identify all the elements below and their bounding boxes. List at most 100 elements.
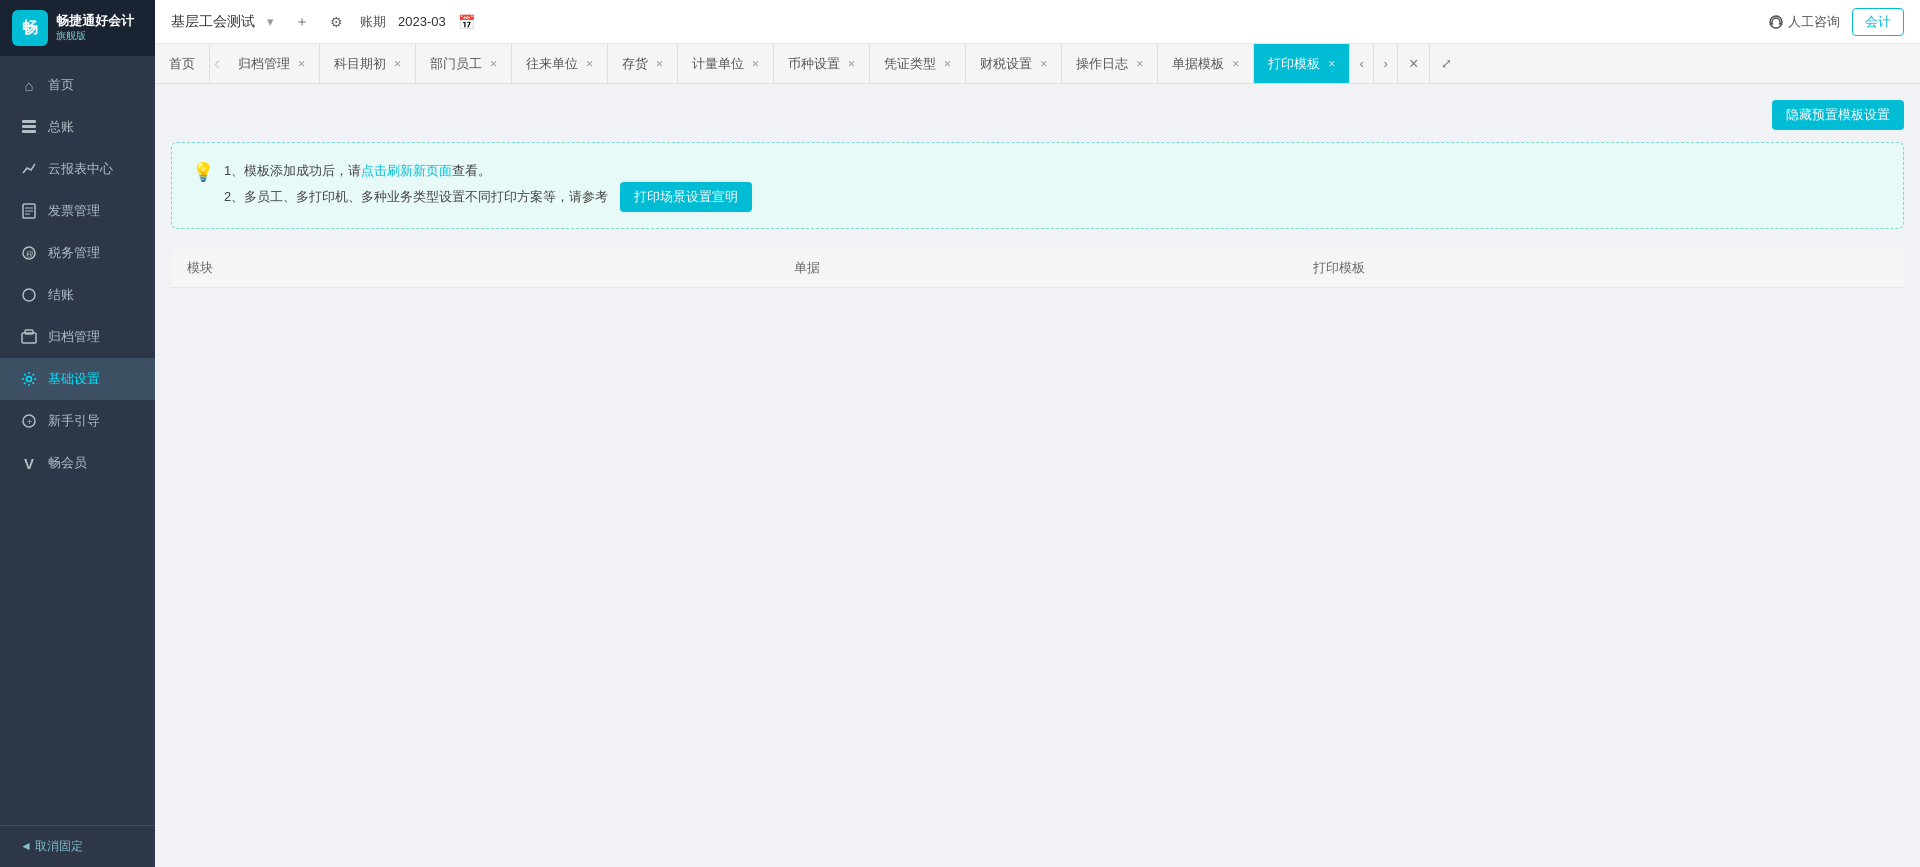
home-icon: ⌂ — [20, 76, 38, 94]
notice-box: 💡 1、模板添加成功后，请点击刷新新页面查看。 2、多员工、多打印机、多种业务类… — [171, 142, 1904, 229]
support-button[interactable]: 人工咨询 — [1768, 13, 1840, 31]
tab-close-inventory[interactable]: × — [656, 57, 663, 71]
svg-rect-2 — [22, 130, 36, 133]
tab-unit[interactable]: 计量单位 × — [678, 44, 774, 83]
calendar-icon[interactable]: 📅 — [458, 14, 475, 30]
sidebar-item-ledger[interactable]: 总账 — [0, 106, 155, 148]
content-area: 隐藏预置模板设置 💡 1、模板添加成功后，请点击刷新新页面查看。 2、多员工、多… — [155, 84, 1920, 867]
tab-expand[interactable]: ⤢ — [1430, 44, 1462, 83]
add-tab-icon[interactable]: ＋ — [290, 10, 314, 34]
sidebar-item-tax-label: 税务管理 — [48, 244, 100, 262]
sidebar-item-reports-label: 云报表中心 — [48, 160, 113, 178]
tab-archive[interactable]: 归档管理 × — [224, 44, 320, 83]
tab-partner[interactable]: 往来单位 × — [512, 44, 608, 83]
print-scene-button[interactable]: 打印场景设置宣明 — [620, 182, 752, 212]
sidebar-item-archive-label: 归档管理 — [48, 328, 100, 346]
archive-icon — [20, 328, 38, 346]
tab-nav-prev[interactable]: ‹ — [1350, 44, 1374, 83]
sidebar-nav: ⌂ 首页 总账 云报表中心 发票管理 — [0, 56, 155, 825]
period-label: 账期 — [360, 13, 386, 31]
support-label: 人工咨询 — [1788, 13, 1840, 31]
tab-close-unit[interactable]: × — [752, 57, 759, 71]
svg-rect-11 — [25, 330, 33, 334]
tab-close-print-template[interactable]: × — [1328, 57, 1335, 71]
period-value: 2023-03 — [398, 14, 446, 29]
refresh-link[interactable]: 点击刷新新页面 — [361, 163, 452, 178]
tab-close-partner[interactable]: × — [586, 57, 593, 71]
tab-home[interactable]: 首页 — [155, 44, 210, 83]
tab-tax-settings[interactable]: 财税设置 × — [966, 44, 1062, 83]
col-print-template: 打印模板 — [1297, 249, 1904, 288]
top-bar: 基层工会测试 ▾ ＋ ⚙ 账期 2023-03 📅 人工咨询 会计 — [155, 0, 1920, 44]
tab-subject[interactable]: 科目期初 × — [320, 44, 416, 83]
tab-close-operation-log[interactable]: × — [1136, 57, 1143, 71]
tab-close-subject[interactable]: × — [394, 57, 401, 71]
tab-close-voucher-type[interactable]: × — [944, 57, 951, 71]
top-bar-right: 人工咨询 会计 — [1768, 8, 1904, 36]
tab-currency[interactable]: 币种设置 × — [774, 44, 870, 83]
ledger-icon — [20, 118, 38, 136]
sidebar-item-settings-label: 基础设置 — [48, 370, 100, 388]
tab-print-template[interactable]: 打印模板 × — [1254, 44, 1350, 83]
svg-point-9 — [23, 289, 35, 301]
tab-voucher-type[interactable]: 凭证类型 × — [870, 44, 966, 83]
settings-cog-icon[interactable]: ⚙ — [324, 10, 348, 34]
logo-subtitle: 旗舰版 — [56, 29, 134, 43]
svg-point-12 — [27, 377, 32, 382]
svg-rect-17 — [1779, 22, 1781, 25]
sidebar-footer-label: ◄ 取消固定 — [20, 838, 83, 855]
data-table: 模块 单据 打印模板 — [171, 249, 1904, 288]
settings-icon — [20, 370, 38, 388]
tax-icon: 税 — [20, 244, 38, 262]
svg-text:+: + — [27, 417, 32, 427]
tab-close-currency[interactable]: × — [848, 57, 855, 71]
sidebar-item-reports[interactable]: 云报表中心 — [0, 148, 155, 190]
tab-close-tax-settings[interactable]: × — [1040, 57, 1047, 71]
checkout-icon — [20, 286, 38, 304]
svg-text:税: 税 — [26, 250, 34, 259]
sidebar-item-home-label: 首页 — [48, 76, 74, 94]
tab-single-form[interactable]: 单据模板 × — [1158, 44, 1254, 83]
notice-line-1: 1、模板添加成功后，请点击刷新新页面查看。 — [224, 159, 1883, 182]
bulb-icon: 💡 — [192, 161, 214, 183]
invoice-icon — [20, 202, 38, 220]
headset-icon — [1768, 14, 1784, 30]
sidebar: 畅 畅捷通好会计 旗舰版 ⌂ 首页 总账 云报表中心 — [0, 0, 155, 867]
sidebar-item-home[interactable]: ⌂ 首页 — [0, 64, 155, 106]
sidebar-item-checkout[interactable]: 结账 — [0, 274, 155, 316]
logo-title: 畅捷通好会计 — [56, 13, 134, 29]
sidebar-footer[interactable]: ◄ 取消固定 — [0, 825, 155, 867]
tab-bar: 首页 ‹ 归档管理 × 科目期初 × 部门员工 × 往来单位 × 存货 × — [155, 44, 1920, 84]
member-icon: V — [20, 454, 38, 472]
tab-department[interactable]: 部门员工 × — [416, 44, 512, 83]
company-name: 基层工会测试 — [171, 13, 255, 31]
company-dropdown[interactable]: ▾ — [267, 14, 274, 29]
tab-inventory[interactable]: 存货 × — [608, 44, 678, 83]
guide-icon: + — [20, 412, 38, 430]
sidebar-item-archive[interactable]: 归档管理 — [0, 316, 155, 358]
tab-close-archive[interactable]: × — [298, 57, 305, 71]
tab-close-department[interactable]: × — [490, 57, 497, 71]
kuaiji-button[interactable]: 会计 — [1852, 8, 1904, 36]
tab-close-single-form[interactable]: × — [1232, 57, 1239, 71]
svg-rect-1 — [22, 125, 36, 128]
sidebar-item-member[interactable]: V 畅会员 — [0, 442, 155, 484]
sidebar-item-invoice[interactable]: 发票管理 — [0, 190, 155, 232]
notice-line-2: 2、多员工、多打印机、多种业务类型设置不同打印方案等，请参考 打印场景设置宣明 — [224, 182, 1883, 212]
sidebar-item-guide-label: 新手引导 — [48, 412, 100, 430]
sidebar-logo: 畅 畅捷通好会计 旗舰版 — [0, 0, 155, 56]
tab-operation-log[interactable]: 操作日志 × — [1062, 44, 1158, 83]
reports-icon — [20, 160, 38, 178]
col-document: 单据 — [778, 249, 1298, 288]
sidebar-item-member-label: 畅会员 — [48, 454, 87, 472]
sidebar-item-tax[interactable]: 税 税务管理 — [0, 232, 155, 274]
sidebar-item-ledger-label: 总账 — [48, 118, 74, 136]
sidebar-item-invoice-label: 发票管理 — [48, 202, 100, 220]
sidebar-item-guide[interactable]: + 新手引导 — [0, 400, 155, 442]
col-module: 模块 — [171, 249, 778, 288]
hide-preview-button[interactable]: 隐藏预置模板设置 — [1772, 100, 1904, 130]
sidebar-item-settings[interactable]: 基础设置 — [0, 358, 155, 400]
tab-nav-next[interactable]: › — [1374, 44, 1398, 83]
sidebar-item-checkout-label: 结账 — [48, 286, 74, 304]
tab-close-all[interactable]: × — [1398, 44, 1430, 83]
